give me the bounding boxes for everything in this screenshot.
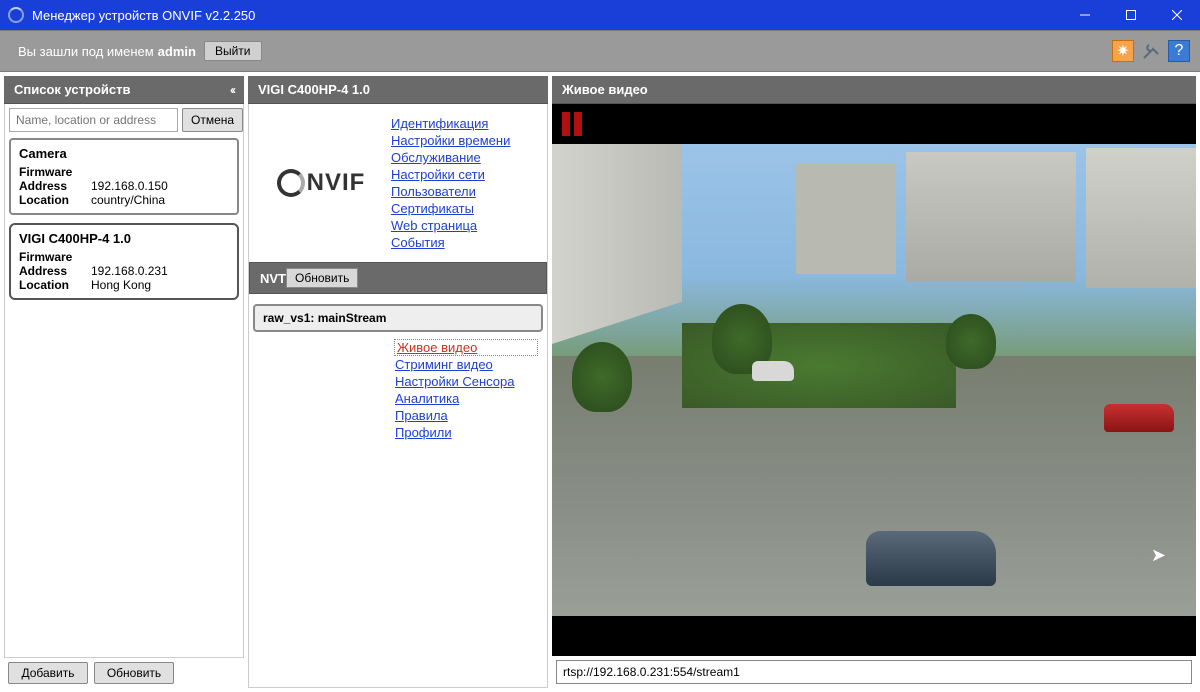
address-value: 192.168.0.231	[91, 264, 168, 278]
device-card[interactable]: VIGI C400HP-4 1.0 FirmwareAddress192.168.…	[9, 223, 239, 300]
video-header: Живое видео	[552, 76, 1196, 104]
location-value: country/China	[91, 193, 165, 207]
nav-link[interactable]: Профили	[395, 425, 537, 440]
nav-link[interactable]: Web страница	[391, 218, 541, 233]
refresh-devices-button[interactable]: Обновить	[94, 662, 174, 684]
device-detail-header: VIGI C400HP-4 1.0	[248, 76, 548, 104]
firmware-label: Firmware	[19, 165, 91, 179]
nav-link[interactable]: Идентификация	[391, 116, 541, 131]
nav-link[interactable]: Обслуживание	[391, 150, 541, 165]
video-title: Живое видео	[562, 82, 648, 97]
window-title: Менеджер устройств ONVIF v2.2.250	[32, 8, 1062, 23]
firmware-label: Firmware	[19, 250, 91, 264]
device-detail-title: VIGI C400HP-4 1.0	[258, 82, 370, 97]
location-label: Location	[19, 278, 91, 292]
close-button[interactable]	[1154, 0, 1200, 30]
login-prefix: Вы зашли под именем	[18, 44, 154, 59]
device-name: Camera	[19, 146, 229, 161]
address-label: Address	[19, 179, 91, 193]
device-detail-body: NVIF Идентификация Настройки времени Обслу…	[248, 104, 548, 688]
main-area: Список устройств ‹‹ Отмена Camera Firmwar…	[0, 72, 1200, 692]
maximize-button[interactable]	[1108, 0, 1154, 30]
device-card[interactable]: Camera FirmwareAddress192.168.0.150Locati…	[9, 138, 239, 215]
nav-link[interactable]: События	[391, 235, 541, 250]
username: admin	[158, 44, 196, 59]
device-list-body: Отмена CameraFirmwareAddress192.168.0.15…	[4, 104, 244, 658]
nav-link[interactable]: Стриминг видео	[395, 357, 537, 372]
stream-url-input[interactable]	[556, 660, 1192, 684]
minimize-button[interactable]	[1062, 0, 1108, 30]
nav-link[interactable]: Настройки сети	[391, 167, 541, 182]
address-value: 192.168.0.150	[91, 179, 168, 193]
device-links: Идентификация Настройки времени Обслуживан…	[391, 114, 541, 252]
add-device-button[interactable]: Добавить	[8, 662, 88, 684]
logout-button[interactable]: Выйти	[204, 41, 262, 61]
device-name: VIGI C400HP-4 1.0	[19, 231, 229, 246]
device-list-panel: Список устройств ‹‹ Отмена Camera Firmwar…	[4, 76, 244, 688]
stream-links: Живое видео Стриминг видео Настройки Сенсо…	[395, 338, 537, 442]
nav-link[interactable]: Живое видео	[395, 340, 537, 355]
device-list-header: Список устройств ‹‹	[4, 76, 244, 104]
pause-icon[interactable]	[562, 112, 582, 136]
nav-link[interactable]: Аналитика	[395, 391, 537, 406]
collapse-panel-icon[interactable]: ‹‹	[230, 83, 234, 97]
search-cancel-button[interactable]: Отмена	[182, 108, 243, 132]
nav-link[interactable]: Настройки времени	[391, 133, 541, 148]
stream-label: raw_vs1: mainStream	[263, 311, 386, 325]
nav-link[interactable]: Правила	[395, 408, 537, 423]
video-panel: Живое видео ➤	[552, 76, 1196, 688]
titlebar: Менеджер устройств ONVIF v2.2.250	[0, 0, 1200, 30]
stream-item[interactable]: raw_vs1: mainStream	[253, 304, 543, 332]
nvt-title: NVT	[260, 271, 286, 286]
video-area: ➤	[552, 104, 1196, 656]
tools-icon[interactable]	[1140, 40, 1162, 62]
device-detail-panel: VIGI C400HP-4 1.0 NVIF Идентификация Наст…	[248, 76, 548, 688]
app-icon	[8, 7, 24, 23]
device-list-title: Список устройств	[14, 82, 131, 97]
help-icon[interactable]: ?	[1168, 40, 1190, 62]
device-list-footer: Добавить Обновить	[4, 658, 244, 688]
nav-link[interactable]: Сертификаты	[391, 201, 541, 216]
address-label: Address	[19, 264, 91, 278]
cursor-icon: ➤	[1151, 545, 1166, 566]
video-frame[interactable]: ➤	[552, 144, 1196, 616]
location-label: Location	[19, 193, 91, 207]
settings-icon[interactable]: ✷	[1112, 40, 1134, 62]
onvif-logo: NVIF	[251, 114, 391, 252]
nvt-header: NVT Обновить	[249, 262, 547, 294]
nvt-refresh-button[interactable]: Обновить	[286, 268, 358, 288]
device-search-input[interactable]	[9, 108, 178, 132]
nav-link[interactable]: Настройки Сенсора	[395, 374, 537, 389]
nav-link[interactable]: Пользователи	[391, 184, 541, 199]
location-value: Hong Kong	[91, 278, 151, 292]
userbar: Вы зашли под именем admin Выйти ✷ ?	[0, 30, 1200, 72]
